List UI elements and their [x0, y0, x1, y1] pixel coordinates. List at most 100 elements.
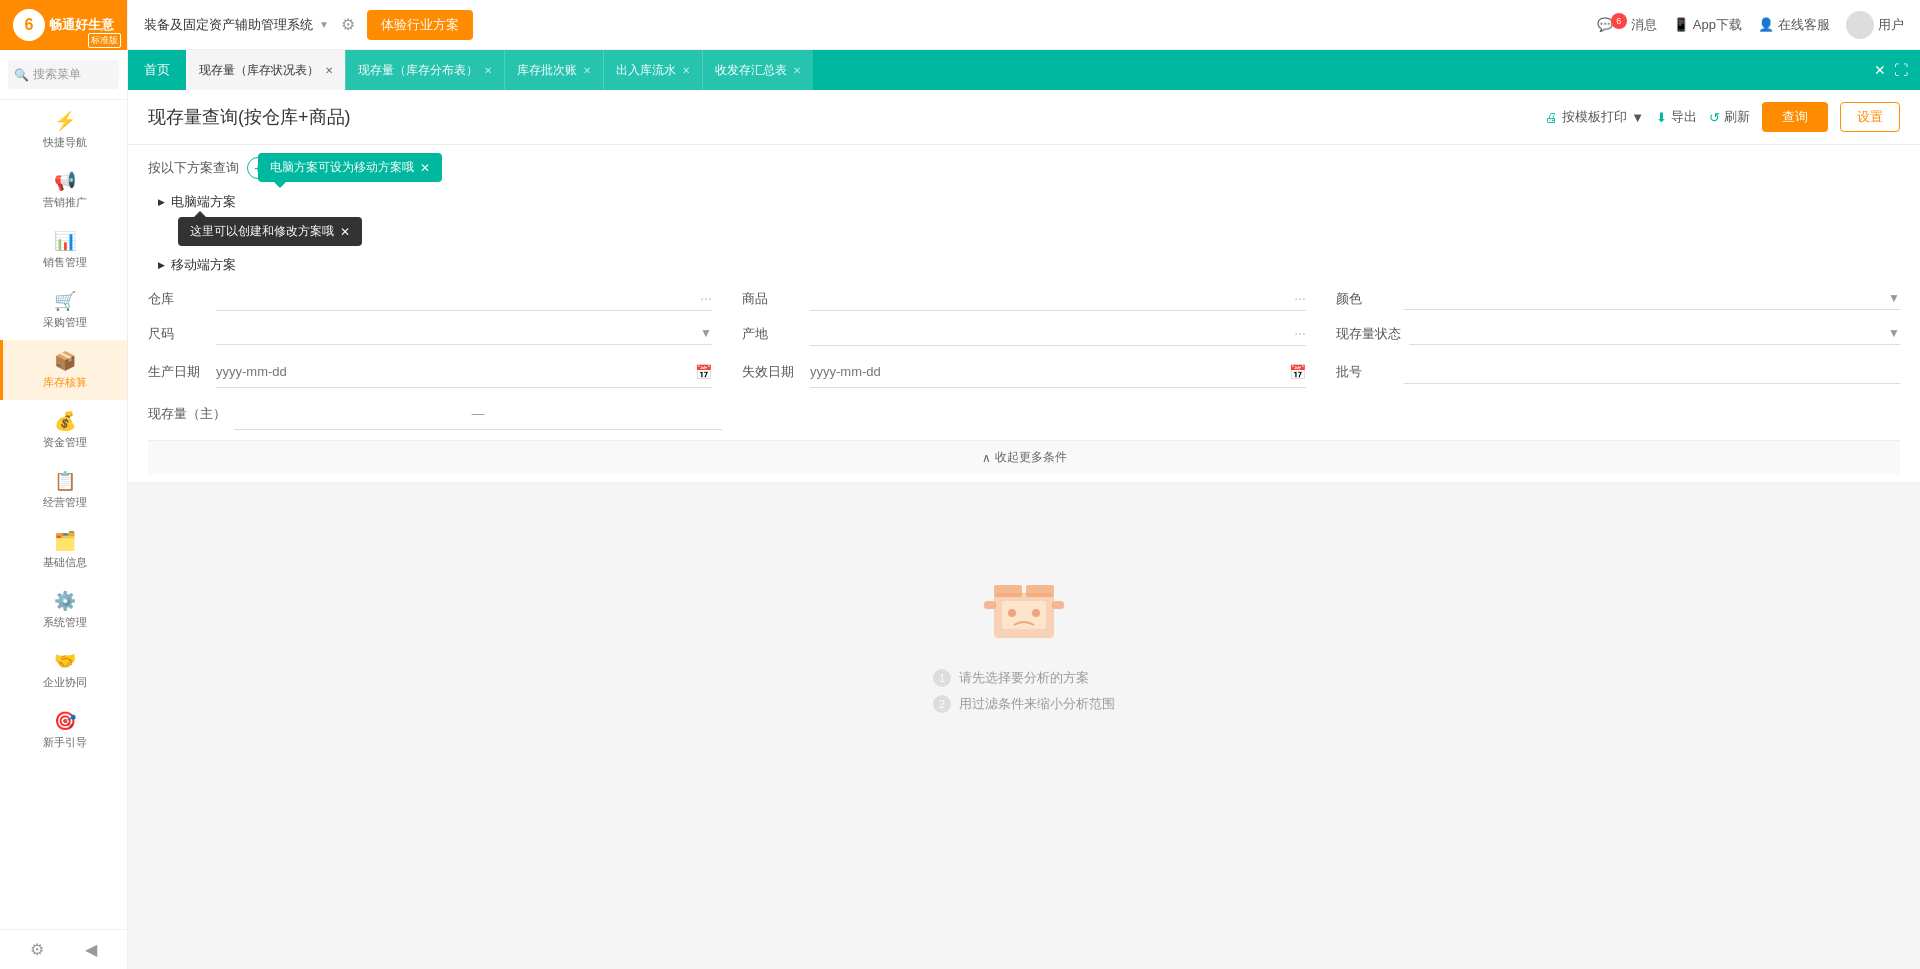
- inventory-label: 库存核算: [43, 375, 87, 390]
- expire-date-input[interactable]: [810, 360, 1289, 383]
- collapse-bar[interactable]: ∧ 收起更多条件: [148, 440, 1900, 474]
- inventory-icon: 📦: [54, 350, 76, 372]
- color-select[interactable]: ▼: [1404, 287, 1900, 310]
- sidebar-item-finance[interactable]: 💰 资金管理: [0, 400, 127, 460]
- close-all-icon[interactable]: ✕: [1874, 62, 1886, 78]
- desktop-scheme-row[interactable]: ▶ 电脑端方案: [158, 189, 1900, 215]
- page-content: 现存量查询(按仓库+商品) 🖨 按模板打印 ▼ ⬇ 导出 ↺ 刷新 查询 设置: [128, 90, 1920, 969]
- empty-steps: 1 请先选择要分析的方案 2 用过滤条件来缩小分析范围: [933, 665, 1115, 717]
- expire-date-calendar-icon[interactable]: 📅: [1289, 364, 1306, 380]
- tab-home[interactable]: 首页: [128, 50, 186, 90]
- prod-date-input[interactable]: [216, 360, 695, 383]
- top-header: 装备及固定资产辅助管理系统 ▼ ⚙ 体验行业方案 💬 6 消息 📱 App下载 …: [128, 0, 1920, 50]
- stock-main-to-input[interactable]: [493, 402, 723, 425]
- print-button[interactable]: 🖨 按模板打印 ▼: [1545, 108, 1644, 126]
- operations-icon: 📋: [54, 470, 76, 492]
- close-tab-batch-account[interactable]: ✕: [583, 65, 591, 76]
- user-label: 用户: [1878, 16, 1904, 34]
- sidebar-bottom: ⚙ ◀: [0, 929, 127, 969]
- search-menu-button[interactable]: 🔍 搜索菜单: [8, 60, 119, 89]
- stock-main-from-input[interactable]: [234, 402, 464, 425]
- close-tab-collect-summary[interactable]: ✕: [793, 65, 801, 76]
- tab-inventory-dist[interactable]: 现存量（库存分布表） ✕: [345, 50, 504, 90]
- sidebar-item-marketing[interactable]: 📢 营销推广: [0, 160, 127, 220]
- marketing-label: 营销推广: [43, 195, 87, 210]
- message-item[interactable]: 💬 6 消息: [1597, 16, 1657, 34]
- enterprise-label: 企业协同: [43, 675, 87, 690]
- maximize-icon[interactable]: ⛶: [1894, 62, 1908, 78]
- filter-color: 颜色 ▼: [1336, 286, 1900, 311]
- enterprise-icon: 🤝: [54, 650, 76, 672]
- tab-collect-summary[interactable]: 收发存汇总表 ✕: [702, 50, 813, 90]
- refresh-button[interactable]: ↺ 刷新: [1709, 108, 1750, 126]
- prod-date-label: 生产日期: [148, 363, 208, 381]
- close-tab-inventory-dist[interactable]: ✕: [484, 65, 492, 76]
- filter-origin: 产地 ···: [742, 321, 1306, 346]
- newbie-icon: 🎯: [54, 710, 76, 732]
- user-item[interactable]: 用户: [1846, 11, 1904, 39]
- origin-select[interactable]: ···: [810, 321, 1306, 346]
- page-title: 现存量查询(按仓库+商品): [148, 105, 351, 129]
- export-button[interactable]: ⬇ 导出: [1656, 108, 1697, 126]
- filter-expire-date: 失效日期 📅: [742, 356, 1306, 388]
- mobile-expand-icon[interactable]: ▶: [158, 260, 165, 270]
- sidebar-item-operations[interactable]: 📋 经营管理: [0, 460, 127, 520]
- sidebar-item-inventory[interactable]: 📦 库存核算: [0, 340, 127, 400]
- close-tab-in-out-flow[interactable]: ✕: [682, 65, 690, 76]
- filter-header-label: 按以下方案查询: [148, 159, 239, 177]
- filter-stock-state: 现存量状态 ▼: [1336, 321, 1900, 346]
- export-icon: ⬇: [1656, 110, 1667, 125]
- goods-select[interactable]: ···: [810, 286, 1306, 311]
- sidebar-item-basic[interactable]: 🗂️ 基础信息: [0, 520, 127, 580]
- origin-label: 产地: [742, 325, 802, 343]
- sidebar-search[interactable]: 🔍 搜索菜单: [0, 50, 127, 100]
- warehouse-select[interactable]: ···: [216, 286, 712, 311]
- svg-rect-1: [994, 585, 1022, 597]
- settings-icon[interactable]: ⚙: [341, 15, 355, 34]
- search-button[interactable]: 查询: [1762, 102, 1828, 132]
- close-tab-inventory-status[interactable]: ✕: [325, 65, 333, 76]
- stock-state-select[interactable]: ▼: [1409, 322, 1900, 345]
- message-badge: 6: [1611, 13, 1627, 29]
- tab-batch-account[interactable]: 库存批次账 ✕: [504, 50, 603, 90]
- sidebar-item-system[interactable]: ⚙️ 系统管理: [0, 580, 127, 640]
- size-select[interactable]: ▼: [216, 322, 712, 345]
- filter-section: 按以下方案查询 + ↺ « 电脑方案可设为移动方案哦 ✕ ▶ 电脑端方案: [128, 145, 1920, 483]
- collapse-sidebar-icon[interactable]: ◀: [85, 940, 97, 959]
- svg-rect-2: [1026, 585, 1054, 597]
- sidebar-item-quick-nav[interactable]: ⚡ 快捷导航: [0, 100, 127, 160]
- mobile-scheme-row[interactable]: ▶ 移动端方案: [158, 252, 1900, 278]
- chevron-down-icon: ▼: [319, 19, 329, 30]
- batch-no-input[interactable]: [1404, 360, 1900, 384]
- print-chevron-icon: ▼: [1631, 110, 1644, 125]
- finance-label: 资金管理: [43, 435, 87, 450]
- tooltip-text-2: 这里可以创建和修改方案哦: [190, 223, 334, 240]
- expire-date-label: 失效日期: [742, 363, 802, 381]
- tooltip-text-1: 电脑方案可设为移动方案哦: [270, 159, 414, 176]
- tooltip-close-icon[interactable]: ✕: [420, 161, 430, 175]
- filter-batch-no: 批号: [1336, 356, 1900, 388]
- tooltip2-close-icon[interactable]: ✕: [340, 225, 350, 239]
- desktop-expand-icon[interactable]: ▶: [158, 197, 165, 207]
- page-title-bar: 现存量查询(按仓库+商品) 🖨 按模板打印 ▼ ⬇ 导出 ↺ 刷新 查询 设置: [128, 90, 1920, 145]
- step-2: 2 用过滤条件来缩小分析范围: [933, 691, 1115, 717]
- color-chevron-icon: ▼: [1888, 291, 1900, 305]
- settings-bottom-icon[interactable]: ⚙: [30, 940, 44, 959]
- prod-date-calendar-icon[interactable]: 📅: [695, 364, 712, 380]
- sidebar-item-purchase[interactable]: 🛒 采购管理: [0, 280, 127, 340]
- online-service-item[interactable]: 👤 在线客服: [1758, 16, 1830, 34]
- tab-in-out-flow[interactable]: 出入库流水 ✕: [603, 50, 702, 90]
- sidebar-item-enterprise[interactable]: 🤝 企业协同: [0, 640, 127, 700]
- sidebar-item-sales[interactable]: 📊 销售管理: [0, 220, 127, 280]
- app-download-item[interactable]: 📱 App下载: [1673, 16, 1742, 34]
- range-dash: —: [472, 406, 485, 421]
- tab-inventory-status[interactable]: 现存量（库存状况表） ✕: [186, 50, 345, 90]
- trial-button[interactable]: 体验行业方案: [367, 10, 473, 40]
- sidebar-item-newbie[interactable]: 🎯 新手引导: [0, 700, 127, 760]
- stock-state-label: 现存量状态: [1336, 325, 1401, 343]
- search-icon: 🔍: [14, 68, 29, 82]
- setting-button[interactable]: 设置: [1840, 102, 1900, 132]
- step-1-text: 请先选择要分析的方案: [959, 665, 1089, 691]
- newbie-label: 新手引导: [43, 735, 87, 750]
- filter-row-3: 生产日期 📅 失效日期 📅 批号: [148, 356, 1900, 388]
